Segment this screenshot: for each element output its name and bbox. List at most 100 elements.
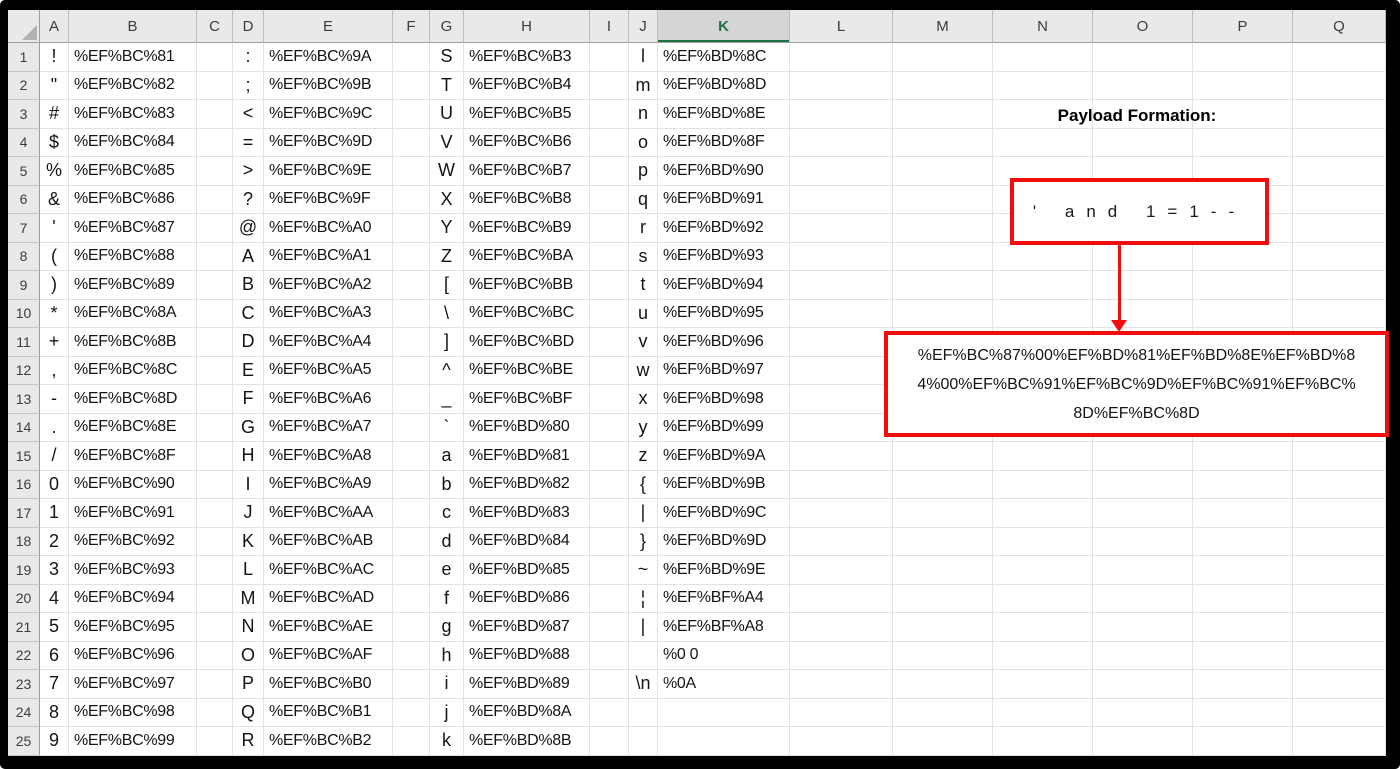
cell-E17[interactable]: %EF%BC%AA: [264, 499, 393, 528]
cell-L5[interactable]: [790, 157, 893, 186]
cell-J10[interactable]: u: [629, 299, 658, 328]
cell-F3[interactable]: [393, 100, 430, 129]
cell-M25[interactable]: [893, 727, 993, 756]
cell-I4[interactable]: [590, 128, 629, 157]
cell-O4[interactable]: [1093, 128, 1193, 157]
cell-P20[interactable]: [1193, 584, 1293, 613]
cell-H17[interactable]: %EF%BD%83: [464, 499, 590, 528]
cell-G23[interactable]: i: [430, 670, 464, 699]
cell-M5[interactable]: [893, 157, 993, 186]
cell-H23[interactable]: %EF%BD%89: [464, 670, 590, 699]
cell-N10[interactable]: [993, 299, 1093, 328]
cell-H2[interactable]: %EF%BC%B4: [464, 71, 590, 100]
cell-D9[interactable]: B: [233, 271, 264, 300]
cell-A19[interactable]: 3: [40, 556, 69, 585]
cell-G6[interactable]: X: [430, 185, 464, 214]
row-header-17[interactable]: 17: [8, 499, 40, 528]
cell-I15[interactable]: [590, 442, 629, 471]
cell-C2[interactable]: [197, 71, 233, 100]
cell-H14[interactable]: %EF%BD%80: [464, 413, 590, 442]
cell-B5[interactable]: %EF%BC%85: [69, 157, 197, 186]
cell-A14[interactable]: .: [40, 413, 69, 442]
column-header-J[interactable]: J: [629, 10, 658, 43]
cell-N24[interactable]: [993, 698, 1093, 727]
cell-P15[interactable]: [1193, 442, 1293, 471]
row-header-15[interactable]: 15: [8, 442, 40, 471]
cell-M16[interactable]: [893, 470, 993, 499]
cell-K20[interactable]: %EF%BF%A4: [658, 584, 790, 613]
cell-I19[interactable]: [590, 556, 629, 585]
cell-O1[interactable]: [1093, 43, 1193, 72]
cell-I8[interactable]: [590, 242, 629, 271]
cell-G8[interactable]: Z: [430, 242, 464, 271]
cell-P18[interactable]: [1193, 527, 1293, 556]
cell-B13[interactable]: %EF%BC%8D: [69, 385, 197, 414]
cell-N17[interactable]: [993, 499, 1093, 528]
column-header-M[interactable]: M: [893, 10, 993, 43]
cell-K16[interactable]: %EF%BD%9B: [658, 470, 790, 499]
cell-C10[interactable]: [197, 299, 233, 328]
column-header-K[interactable]: K: [658, 10, 790, 43]
cell-J16[interactable]: {: [629, 470, 658, 499]
cell-C6[interactable]: [197, 185, 233, 214]
row-header-6[interactable]: 6: [8, 185, 40, 214]
cell-D3[interactable]: <: [233, 100, 264, 129]
cell-M4[interactable]: [893, 128, 993, 157]
cell-C9[interactable]: [197, 271, 233, 300]
cell-A18[interactable]: 2: [40, 527, 69, 556]
cell-E13[interactable]: %EF%BC%A6: [264, 385, 393, 414]
cell-K7[interactable]: %EF%BD%92: [658, 214, 790, 243]
cell-G2[interactable]: T: [430, 71, 464, 100]
cell-I11[interactable]: [590, 328, 629, 357]
cell-M19[interactable]: [893, 556, 993, 585]
cell-E15[interactable]: %EF%BC%A8: [264, 442, 393, 471]
cell-E4[interactable]: %EF%BC%9D: [264, 128, 393, 157]
cell-A5[interactable]: %: [40, 157, 69, 186]
cell-M8[interactable]: [893, 242, 993, 271]
row-header-5[interactable]: 5: [8, 157, 40, 186]
cell-C22[interactable]: [197, 641, 233, 670]
cell-B20[interactable]: %EF%BC%94: [69, 584, 197, 613]
cell-A13[interactable]: -: [40, 385, 69, 414]
cell-F4[interactable]: [393, 128, 430, 157]
cell-N1[interactable]: [993, 43, 1093, 72]
cell-J5[interactable]: p: [629, 157, 658, 186]
cell-J17[interactable]: |: [629, 499, 658, 528]
cell-H16[interactable]: %EF%BD%82: [464, 470, 590, 499]
cell-H7[interactable]: %EF%BC%B9: [464, 214, 590, 243]
cell-I13[interactable]: [590, 385, 629, 414]
cell-P2[interactable]: [1193, 71, 1293, 100]
cell-E25[interactable]: %EF%BC%B2: [264, 727, 393, 756]
cell-C23[interactable]: [197, 670, 233, 699]
cell-J23[interactable]: \n: [629, 670, 658, 699]
cell-J25[interactable]: [629, 727, 658, 756]
cell-B2[interactable]: %EF%BC%82: [69, 71, 197, 100]
cell-P21[interactable]: [1193, 613, 1293, 642]
cell-A11[interactable]: +: [40, 328, 69, 357]
cell-B3[interactable]: %EF%BC%83: [69, 100, 197, 129]
cell-J18[interactable]: }: [629, 527, 658, 556]
cell-L1[interactable]: [790, 43, 893, 72]
cell-I23[interactable]: [590, 670, 629, 699]
row-header-8[interactable]: 8: [8, 242, 40, 271]
cell-N18[interactable]: [993, 527, 1093, 556]
cell-C12[interactable]: [197, 356, 233, 385]
cell-E16[interactable]: %EF%BC%A9: [264, 470, 393, 499]
cell-L9[interactable]: [790, 271, 893, 300]
cell-N19[interactable]: [993, 556, 1093, 585]
row-header-1[interactable]: 1: [8, 43, 40, 72]
cell-M24[interactable]: [893, 698, 993, 727]
cell-B12[interactable]: %EF%BC%8C: [69, 356, 197, 385]
cell-F19[interactable]: [393, 556, 430, 585]
cell-D8[interactable]: A: [233, 242, 264, 271]
cell-B18[interactable]: %EF%BC%92: [69, 527, 197, 556]
cell-M17[interactable]: [893, 499, 993, 528]
cell-L20[interactable]: [790, 584, 893, 613]
cell-J24[interactable]: [629, 698, 658, 727]
cell-P8[interactable]: [1193, 242, 1293, 271]
cell-F23[interactable]: [393, 670, 430, 699]
cell-I17[interactable]: [590, 499, 629, 528]
cell-O15[interactable]: [1093, 442, 1193, 471]
cell-I21[interactable]: [590, 613, 629, 642]
cell-G5[interactable]: W: [430, 157, 464, 186]
